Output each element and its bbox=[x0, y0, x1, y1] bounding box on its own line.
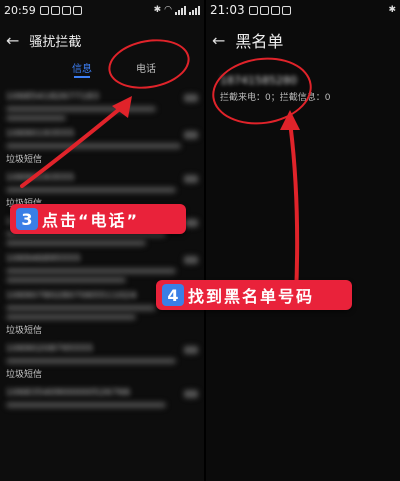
notification-icon bbox=[61, 5, 71, 15]
status-time: 21:03 bbox=[210, 3, 245, 17]
step4-callout: 4 找到黑名单号码 bbox=[156, 280, 352, 310]
message-list: 106854182677183 10690193555 垃圾短信 1069019… bbox=[0, 86, 204, 410]
page-title: 黑名单 bbox=[235, 32, 284, 51]
signal-icon bbox=[189, 5, 200, 15]
back-arrow-icon[interactable]: ← bbox=[212, 31, 225, 50]
wifi-icon: ◠ bbox=[164, 5, 172, 15]
step4-text: 找到黑名单号码 bbox=[188, 287, 315, 306]
highlight-ellipse bbox=[207, 51, 317, 131]
status-time: 20:59 bbox=[4, 3, 36, 17]
bluetooth-icon: ✱ bbox=[153, 5, 162, 15]
list-item[interactable]: 10683540900000526766 bbox=[0, 382, 204, 410]
notification-icon bbox=[39, 5, 49, 15]
left-screenshot: 20:59 ✱ ◠ ← 骚扰拦截 信息 电话 106854182677183 1… bbox=[0, 0, 204, 481]
step3-text: 点击“电话” bbox=[42, 211, 140, 230]
nfc-icon bbox=[281, 5, 291, 15]
step4-badge: 4 bbox=[162, 284, 184, 306]
back-arrow-icon[interactable]: ← bbox=[6, 31, 19, 50]
title-bar: ← 黑名单 bbox=[206, 20, 400, 60]
step3-badge: 3 bbox=[16, 208, 38, 230]
list-item[interactable]: 10690193555 垃圾短信 bbox=[0, 123, 204, 167]
category-label: 垃圾短信 bbox=[6, 155, 43, 165]
tab-indicator bbox=[74, 76, 90, 78]
step3-callout: 3 点击“电话” bbox=[10, 204, 186, 234]
notification-icon bbox=[259, 5, 269, 15]
list-item[interactable]: 10690208795555 垃圾短信 bbox=[0, 338, 204, 382]
right-screenshot: 21:03 ✱ ← 黑名单 18741585280 拦截来电：0；拦截信息：0 bbox=[206, 0, 400, 481]
signal-icon bbox=[175, 5, 186, 15]
notification-icon bbox=[50, 5, 60, 15]
status-bar: 20:59 ✱ ◠ bbox=[0, 0, 204, 20]
nfc-icon bbox=[72, 5, 82, 15]
tab-info[interactable]: 信息 bbox=[72, 60, 92, 75]
status-bar: 21:03 ✱ bbox=[206, 0, 400, 20]
page-title: 骚扰拦截 bbox=[29, 34, 82, 50]
bluetooth-icon: ✱ bbox=[388, 5, 396, 15]
category-label: 垃圾短信 bbox=[6, 370, 43, 380]
list-item[interactable]: 106854182677183 bbox=[0, 86, 204, 123]
notification-icon bbox=[248, 5, 258, 15]
notification-icon bbox=[270, 5, 280, 15]
category-label: 垃圾短信 bbox=[6, 326, 43, 336]
